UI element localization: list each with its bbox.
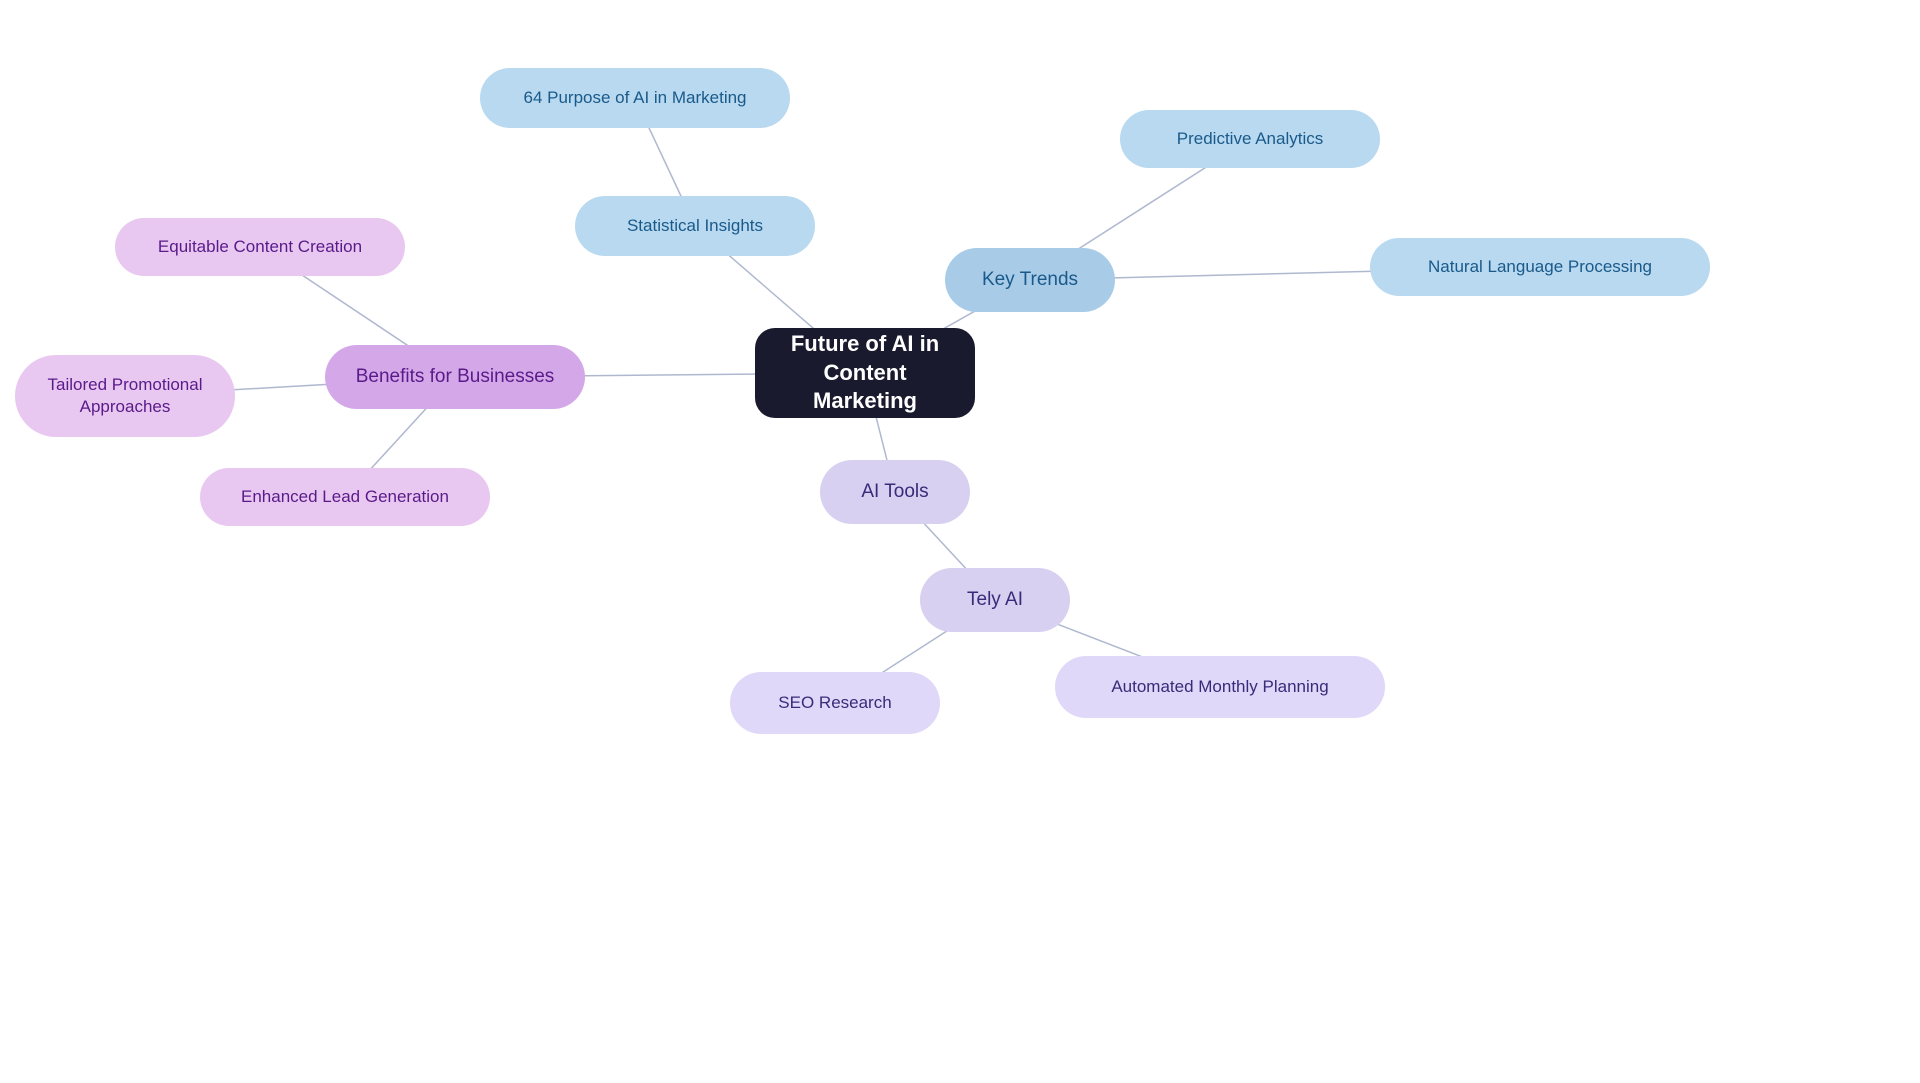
center-node: Future of AI in Content Marketing [755, 328, 975, 418]
aitools-node: AI Tools [820, 460, 970, 524]
telyai-node: Tely AI [920, 568, 1070, 632]
purpose-node: 64 Purpose of AI in Marketing [480, 68, 790, 128]
seoresearch-node: SEO Research [730, 672, 940, 734]
equitable-node: Equitable Content Creation [115, 218, 405, 276]
predictive-node: Predictive Analytics [1120, 110, 1380, 168]
nlp-node: Natural Language Processing [1370, 238, 1710, 296]
automated-node: Automated Monthly Planning [1055, 656, 1385, 718]
benefits-node: Benefits for Businesses [325, 345, 585, 409]
enhanced-node: Enhanced Lead Generation [200, 468, 490, 526]
tailored-node: Tailored Promotional Approaches [15, 355, 235, 437]
statistical-node: Statistical Insights [575, 196, 815, 256]
keytrends-node: Key Trends [945, 248, 1115, 312]
